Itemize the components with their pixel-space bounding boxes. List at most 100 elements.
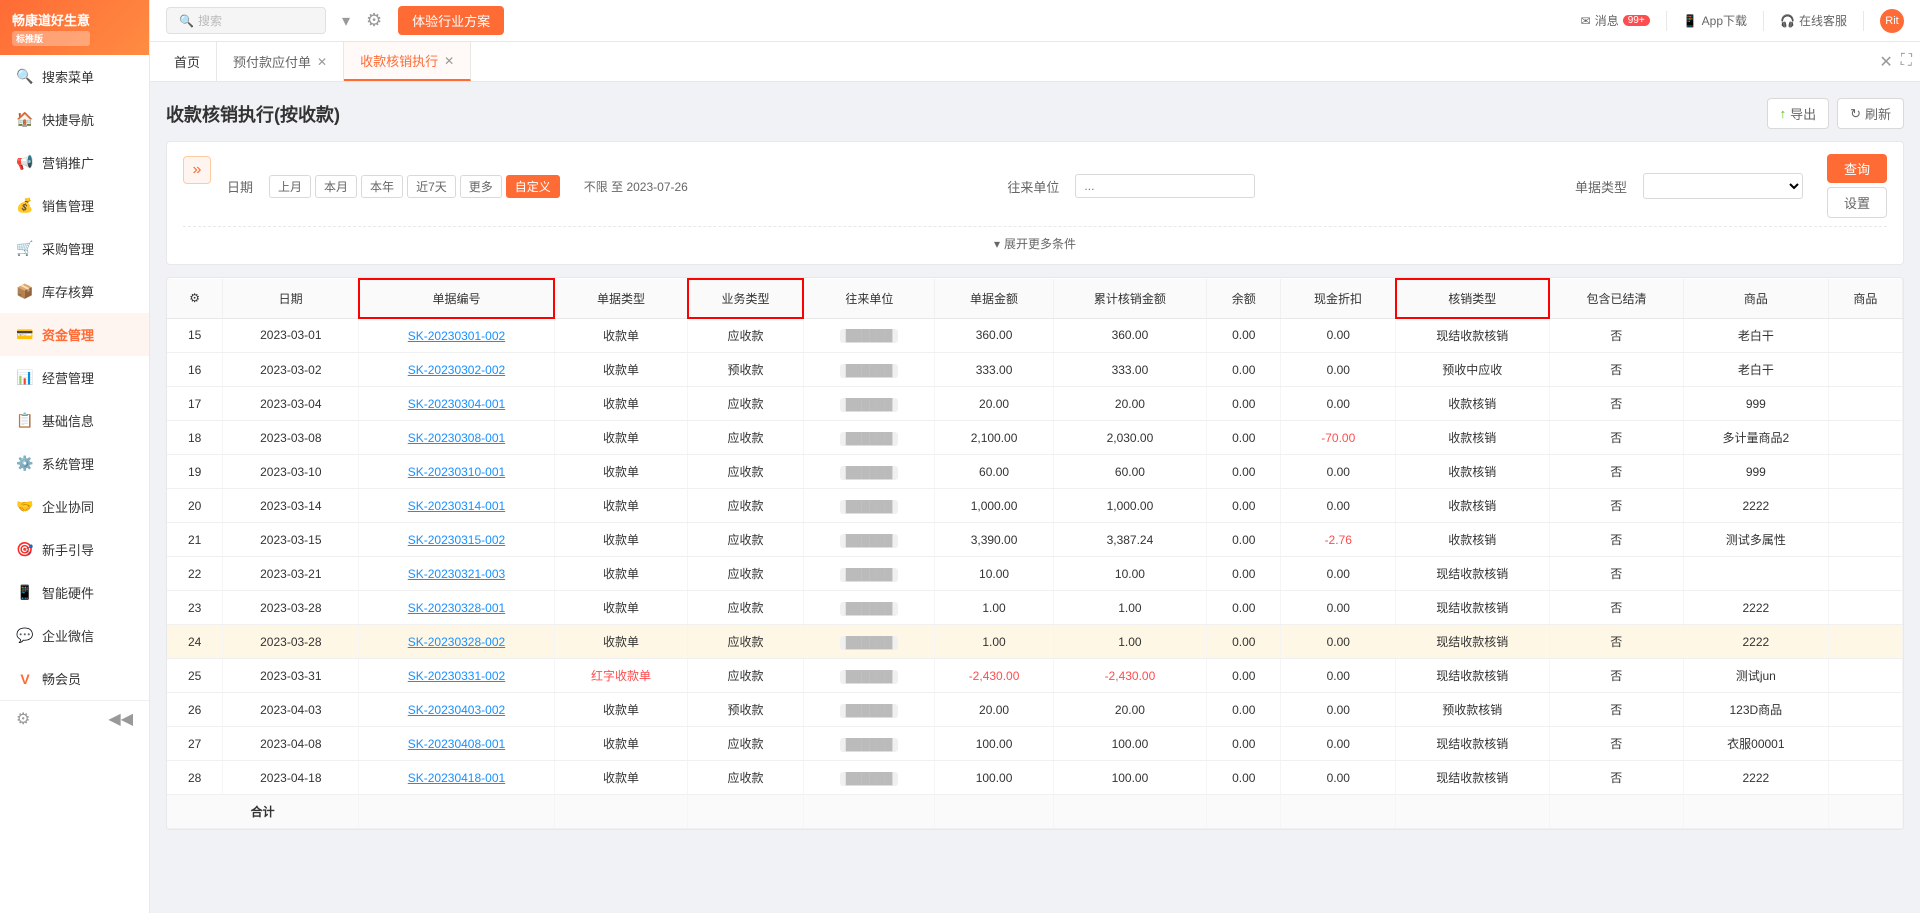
cell-sn[interactable]: SK-20230328-001 (359, 591, 554, 625)
solution-button[interactable]: 体验行业方案 (398, 6, 504, 35)
sidebar-item-shortcut[interactable]: 🏠 快捷导航 (0, 98, 149, 141)
sidebar-item-sales[interactable]: 💰 销售管理 (0, 184, 149, 227)
filter-expand-left-btn[interactable]: » (183, 156, 211, 184)
cell-amount: 3,390.00 (935, 523, 1053, 557)
cell-seq: 26 (167, 693, 223, 727)
user-avatar-item[interactable]: Rit (1880, 9, 1904, 33)
settings-icon[interactable]: ⚙ (16, 709, 30, 729)
sidebar: 畅康道好生意 标推版 🔍 搜索菜单 🏠 快捷导航 📢 营销推广 💰 销售管理 🛒… (0, 0, 150, 913)
sn-link[interactable]: SK-20230308-001 (408, 431, 505, 445)
cell-sn[interactable]: SK-20230328-002 (359, 625, 554, 659)
sn-link[interactable]: SK-20230301-002 (408, 329, 505, 343)
topbar-gear-icon[interactable]: ⚙ (366, 10, 382, 31)
cell-verified: 333.00 (1053, 353, 1206, 387)
topbar-search[interactable]: 🔍 搜索 (166, 7, 326, 34)
sn-link[interactable]: SK-20230310-001 (408, 465, 505, 479)
date-btn-this-month[interactable]: 本月 (315, 175, 357, 198)
close-window-icon[interactable]: ✕ (1879, 52, 1892, 72)
sidebar-item-corp[interactable]: 🤝 企业协同 (0, 485, 149, 528)
sn-link[interactable]: SK-20230328-001 (408, 601, 505, 615)
tab-prepay[interactable]: 预付款应付单 ✕ (217, 42, 344, 81)
sidebar-item-purchase[interactable]: 🛒 采购管理 (0, 227, 149, 270)
query-button[interactable]: 查询 (1827, 154, 1887, 183)
tab-prepay-close[interactable]: ✕ (317, 55, 327, 69)
tab-collection[interactable]: 收款核销执行 ✕ (344, 42, 471, 81)
topbar-dropdown-icon[interactable]: ▾ (342, 11, 350, 31)
app-download-item[interactable]: 📱 App下载 (1683, 12, 1747, 29)
cell-cancel-type: 收款核销 (1396, 489, 1549, 523)
cell-sn[interactable]: SK-20230321-003 (359, 557, 554, 591)
sn-link[interactable]: SK-20230328-002 (408, 635, 505, 649)
cell-sn[interactable]: SK-20230302-002 (359, 353, 554, 387)
sidebar-item-system[interactable]: ⚙️ 系统管理 (0, 442, 149, 485)
sn-link[interactable]: SK-20230418-001 (408, 771, 505, 785)
cell-cancel-type: 现结收款核销 (1396, 727, 1549, 761)
collapse-icon[interactable]: ◀◀ (108, 709, 133, 729)
date-btn-this-year[interactable]: 本年 (361, 175, 403, 198)
cell-sn[interactable]: SK-20230304-001 (359, 387, 554, 421)
date-btn-custom[interactable]: 自定义 (506, 175, 560, 198)
cell-cash-discount: 0.00 (1281, 761, 1396, 795)
tabbar: 首页 预付款应付单 ✕ 收款核销执行 ✕ ✕ ⛶ (150, 42, 1920, 82)
cell-order-type: 收款单 (554, 353, 688, 387)
cell-sn[interactable]: SK-20230403-002 (359, 693, 554, 727)
sidebar-item-finance[interactable]: 💳 资金管理 (0, 313, 149, 356)
sn-link[interactable]: SK-20230315-002 (408, 533, 505, 547)
cell-balance: 0.00 (1207, 353, 1281, 387)
cell-include-settled: 否 (1549, 387, 1683, 421)
expand-window-icon[interactable]: ⛶ (1901, 52, 1912, 72)
date-btn-more[interactable]: 更多 (460, 175, 502, 198)
sidebar-item-hardware[interactable]: 📱 智能硬件 (0, 571, 149, 614)
refresh-button[interactable]: ↻ 刷新 (1837, 98, 1904, 129)
date-btn-prev-month[interactable]: 上月 (269, 175, 311, 198)
setting-button[interactable]: 设置 (1827, 187, 1887, 218)
tab-home[interactable]: 首页 (158, 42, 217, 81)
cell-sn[interactable]: SK-20230315-002 (359, 523, 554, 557)
sidebar-item-marketing[interactable]: 📢 营销推广 (0, 141, 149, 184)
cell-sn[interactable]: SK-20230331-002 (359, 659, 554, 693)
cell-verified: 2,030.00 (1053, 421, 1206, 455)
th-balance: 余额 (1207, 279, 1281, 318)
message-item[interactable]: ✉ 消息 99+ (1581, 12, 1650, 29)
th-cancel-type: 核销类型 (1396, 279, 1549, 318)
expand-more-btn[interactable]: ▾ 展开更多条件 (183, 226, 1887, 252)
cell-date: 2023-03-10 (223, 455, 359, 489)
export-button[interactable]: ↑ 导出 (1767, 98, 1830, 129)
sn-link[interactable]: SK-20230403-002 (408, 703, 505, 717)
cell-include-settled: 否 (1549, 421, 1683, 455)
sn-link[interactable]: SK-20230304-001 (408, 397, 505, 411)
sn-link[interactable]: SK-20230408-001 (408, 737, 505, 751)
sn-link[interactable]: SK-20230302-002 (408, 363, 505, 377)
sn-link[interactable]: SK-20230314-001 (408, 499, 505, 513)
sidebar-item-basic[interactable]: 📋 基础信息 (0, 399, 149, 442)
sidebar-item-search[interactable]: 🔍 搜索菜单 (0, 55, 149, 98)
cell-partner: ██████ (803, 421, 935, 455)
logo-text: 畅康道好生意 (12, 10, 90, 29)
partner-input[interactable] (1075, 174, 1255, 198)
sn-link[interactable]: SK-20230331-002 (408, 669, 505, 683)
cell-biz-type: 预收款 (688, 353, 804, 387)
cell-sn[interactable]: SK-20230314-001 (359, 489, 554, 523)
cell-sn[interactable]: SK-20230310-001 (359, 455, 554, 489)
tab-collection-close[interactable]: ✕ (444, 54, 454, 68)
sn-link[interactable]: SK-20230321-003 (408, 567, 505, 581)
date-btn-7days[interactable]: 近7天 (407, 175, 456, 198)
sidebar-item-operation[interactable]: 📊 经营管理 (0, 356, 149, 399)
cell-product: 多计量商品2 (1684, 421, 1829, 455)
cell-sn[interactable]: SK-20230308-001 (359, 421, 554, 455)
cell-sn[interactable]: SK-20230418-001 (359, 761, 554, 795)
message-icon: ✉ (1581, 14, 1591, 28)
sidebar-item-wechat[interactable]: 💬 企业微信 (0, 614, 149, 657)
cell-amount: 2,100.00 (935, 421, 1053, 455)
search-icon: 🔍 (16, 68, 34, 86)
cell-partner: ██████ (803, 557, 935, 591)
cell-cancel-type: 收款核销 (1396, 387, 1549, 421)
cell-partner: ██████ (803, 523, 935, 557)
sidebar-item-guide[interactable]: 🎯 新手引导 (0, 528, 149, 571)
sidebar-item-inventory[interactable]: 📦 库存核算 (0, 270, 149, 313)
service-item[interactable]: 🎧 在线客服 (1780, 12, 1847, 29)
order-type-select[interactable] (1643, 173, 1803, 199)
sidebar-item-member[interactable]: V 畅会员 (0, 657, 149, 700)
cell-sn[interactable]: SK-20230301-002 (359, 318, 554, 353)
cell-sn[interactable]: SK-20230408-001 (359, 727, 554, 761)
